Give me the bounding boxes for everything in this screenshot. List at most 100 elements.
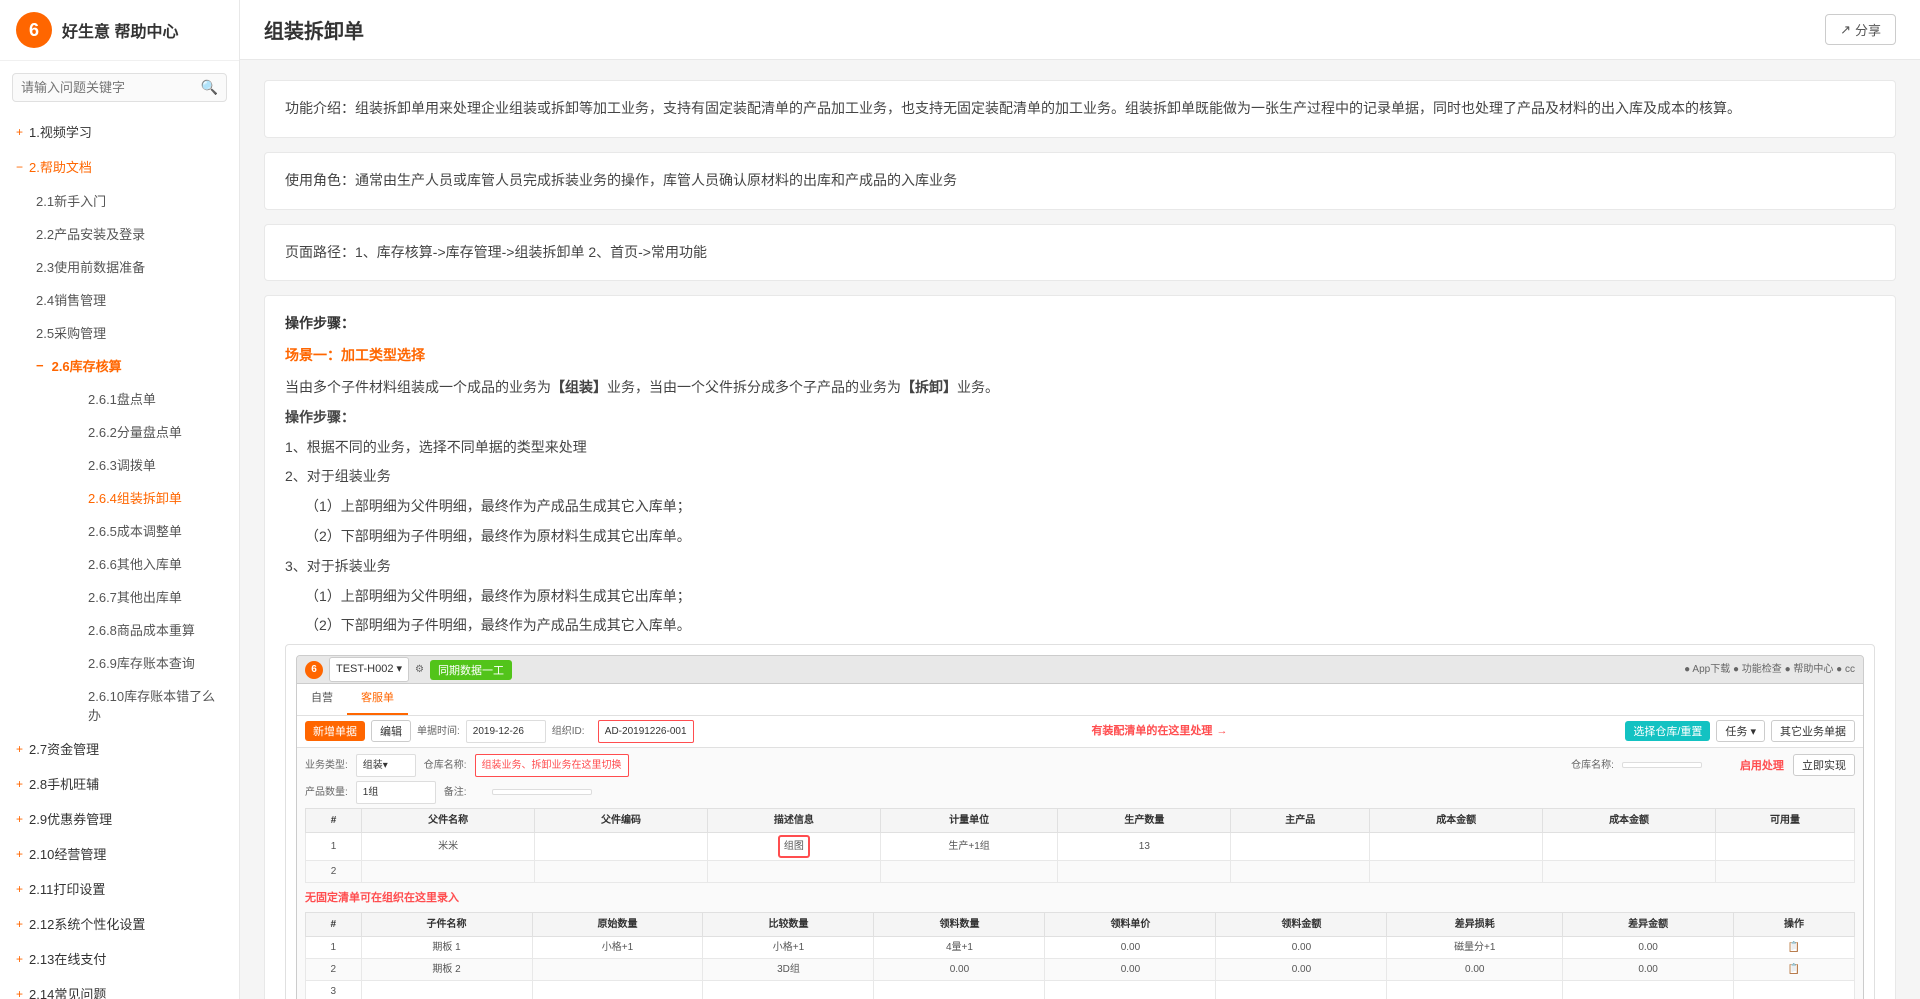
mock-org-selector[interactable]: TEST-H002 ▾ [329, 657, 409, 682]
mock-icons: ⚙ [415, 661, 424, 678]
share-button[interactable]: ↗ 分享 [1825, 14, 1896, 45]
mock-tabs: 自营 客服单 [297, 684, 1863, 716]
table-row: 2 期板 2 3D组 0.00 0.00 0.00 0.00 0.00 � [306, 958, 1855, 980]
mock-task-btn[interactable]: 任务 ▾ [1716, 720, 1765, 742]
mock-form: 业务类型: 组装▾ 仓库名称: 组装业务、拆卸业务在这里切换 仓库名称: [297, 748, 1863, 999]
annotation3: 启用处理 [1740, 760, 1784, 772]
mock-app-links: ● App下载 ● 功能检查 ● 帮助中心 ● cc [1684, 661, 1855, 678]
mock-ops-btn[interactable]: 其它业务单据 [1771, 720, 1855, 742]
sub-th-ops: 操作 [1734, 912, 1855, 936]
red-box-1: 组图 [778, 835, 810, 858]
th-qty: 生产数量 [1058, 808, 1231, 832]
mock-tab-self[interactable]: 自营 [297, 684, 347, 715]
table-row: 1 米米 组图 生产+1组 13 [306, 832, 1855, 860]
step2-1: （1）上部明细为父件明细，最终作为产成品生成其它入库单； [305, 495, 1875, 519]
th-cost1: 成本金额 [1370, 808, 1543, 832]
steps-sub-title: 操作步骤： [285, 406, 1875, 430]
mock-new-btn[interactable]: 新增单据 [305, 721, 365, 741]
sidebar-item-28[interactable]: 2.8手机旺辅 [0, 766, 239, 801]
step1: 1、根据不同的业务，选择不同单据的类型来处理 [285, 436, 1875, 460]
sidebar-item-26[interactable]: − 2.6库存核算 [0, 349, 239, 382]
sidebar-item-268[interactable]: 2.6.8商品成本重算 [52, 613, 239, 646]
annotation1: 有装配清单的在这里处理 [1091, 722, 1212, 741]
sidebar-item-214[interactable]: 2.14常见问题 [0, 976, 239, 999]
mock-logo: 6 [305, 661, 323, 679]
sidebar-item-25[interactable]: 2.5采购管理 [0, 316, 239, 349]
mock-tab-service[interactable]: 客服单 [347, 684, 408, 715]
th-main-product: 主产品 [1231, 808, 1370, 832]
toggle-icon-213 [16, 952, 23, 966]
mock-form-row2: 产品数量: 1组 备注: [305, 781, 1855, 804]
search-input[interactable] [21, 80, 201, 95]
sidebar-item-212[interactable]: 2.12系统个性化设置 [0, 906, 239, 941]
sidebar-header: 6 好生意 帮助中心 [0, 0, 239, 61]
th-unit: 计量单位 [880, 808, 1058, 832]
search-button[interactable]: 🔍 [201, 79, 218, 96]
sidebar: 6 好生意 帮助中心 🔍 1.视频学习 2.帮助文档 2.1新手入门 2.2产品… [0, 0, 240, 999]
sub-th-num: # [306, 912, 362, 936]
sidebar-item-267[interactable]: 2.6.7其他出库单 [52, 580, 239, 613]
mock-child-table: # 子件名称 原始数量 比较数量 领料数量 领料单价 领料金额 差异损耗 差异金… [305, 912, 1855, 999]
path-text: 页面路径：1、库存核算->库存管理->组装拆卸单 2、首页->常用功能 [285, 244, 707, 260]
arrow1: → [1216, 722, 1227, 741]
toggle-icon-212 [16, 917, 23, 931]
sidebar-item-266[interactable]: 2.6.6其他入库单 [52, 547, 239, 580]
sidebar-item-210[interactable]: 2.10经营管理 [0, 836, 239, 871]
sidebar-item-21[interactable]: 2.1新手入门 [0, 184, 239, 217]
mock-form-row1: 业务类型: 组装▾ 仓库名称: 组装业务、拆卸业务在这里切换 仓库名称: [305, 754, 1855, 777]
sidebar-item-211[interactable]: 2.11打印设置 [0, 871, 239, 906]
mock-topbar: 6 TEST-H002 ▾ ⚙ 同期数据一工 ● App下载 ● 功能检查 ● … [297, 656, 1863, 684]
sidebar-item-262[interactable]: 2.6.2分量盘点单 [52, 415, 239, 448]
sidebar-item-2610[interactable]: 2.6.10库存账本错了么办 [52, 679, 239, 731]
sidebar-item-265[interactable]: 2.6.5成本调整单 [52, 514, 239, 547]
sidebar-item-261[interactable]: 2.6.1盘点单 [52, 382, 239, 415]
toggle-icon-29 [16, 812, 23, 826]
sidebar-item-video-label: 1.视频学习 [29, 122, 92, 141]
th-cost2: 成本金额 [1543, 808, 1716, 832]
mock-confirm-btn[interactable]: 立即实现 [1793, 754, 1855, 776]
annotation2: 组装业务、拆卸业务在这里切换 [482, 760, 622, 771]
page-title: 组装拆卸单 [264, 15, 364, 44]
intro-text-1: 功能介绍：组装拆卸单用来处理企业组装或拆卸等加工业务，支持有固定装配清单的产品加… [285, 100, 1741, 116]
mock-btn-period[interactable]: 同期数据一工 [430, 660, 512, 680]
mock-toolbar: 新增单据 编辑 单据时间: 2019-12-26 组织ID: AD-201912… [297, 716, 1863, 748]
step3: 3、对于拆装业务 [285, 555, 1875, 579]
mock-order-val: AD-20191226-001 [598, 720, 694, 743]
mock-orderid-label: 组织ID: [552, 723, 592, 740]
th-avail: 可用量 [1716, 808, 1855, 832]
th-parent-name: 父件名称 [362, 808, 535, 832]
toggle-icon-28 [16, 777, 23, 791]
search-box[interactable]: 🔍 [12, 73, 227, 102]
sidebar-item-24[interactable]: 2.4销售管理 [0, 283, 239, 316]
sidebar-item-264[interactable]: 2.6.4组装拆卸单 [52, 481, 239, 514]
screenshot-area: 6 TEST-H002 ▾ ⚙ 同期数据一工 ● App下载 ● 功能检查 ● … [285, 644, 1875, 999]
intro-card-1: 功能介绍：组装拆卸单用来处理企业组装或拆卸等加工业务，支持有固定装配清单的产品加… [264, 80, 1896, 138]
sidebar-item-docs-label: 2.帮助文档 [29, 157, 92, 176]
sidebar-item-video[interactable]: 1.视频学习 [0, 114, 239, 149]
path-card: 页面路径：1、库存核算->库存管理->组装拆卸单 2、首页->常用功能 [264, 224, 1896, 282]
sidebar-item-29[interactable]: 2.9优惠券管理 [0, 801, 239, 836]
toggle-icon-211 [16, 882, 23, 896]
sidebar-item-213[interactable]: 2.13在线支付 [0, 941, 239, 976]
mock-parent-table: # 父件名称 父件编码 描述信息 计量单位 生产数量 主产品 成本金额 成本金额 [305, 808, 1855, 883]
sidebar-item-22[interactable]: 2.2产品安装及登录 [0, 217, 239, 250]
scene1-desc: 当由多个子件材料组装成一个成品的业务为【组装】业务，当由一个父件拆分成多个子产品… [285, 376, 1875, 400]
mock-date-val: 2019-12-26 [466, 720, 546, 743]
step3-2: （2）下部明细为子件明细，最终作为产成品生成其它入库单。 [305, 614, 1875, 638]
toggle-icon-27 [16, 742, 23, 756]
sidebar-item-263[interactable]: 2.6.3调拨单 [52, 448, 239, 481]
mock-edit-btn[interactable]: 编辑 [371, 720, 411, 742]
sidebar-item-docs[interactable]: 2.帮助文档 [0, 149, 239, 184]
share-icon: ↗ [1840, 22, 1851, 38]
table-row: 1 期板 1 小格+1 小格+1 4量+1 0.00 0.00 磁量分+1 0.… [306, 936, 1855, 958]
mock-select-warehouse[interactable]: 选择仓库/重置 [1625, 721, 1710, 741]
table-row: 2 [306, 860, 1855, 882]
sidebar-item-23[interactable]: 2.3使用前数据准备 [0, 250, 239, 283]
sidebar-item-27[interactable]: 2.7资金管理 [0, 731, 239, 766]
annotation4: 无固定清单可在组织在这里录入 [305, 889, 459, 908]
sub-th-diff: 差异损耗 [1387, 912, 1563, 936]
sub-th-pick-qty: 领料数量 [874, 912, 1045, 936]
intro-text-2: 使用角色：通常由生产人员或库管人员完成拆装业务的操作，库管人员确认原材料的出库和… [285, 172, 957, 188]
sidebar-item-269[interactable]: 2.6.9库存账本查询 [52, 646, 239, 679]
steps-card: 操作步骤： 场景一：加工类型选择 当由多个子件材料组装成一个成品的业务为【组装】… [264, 295, 1896, 999]
